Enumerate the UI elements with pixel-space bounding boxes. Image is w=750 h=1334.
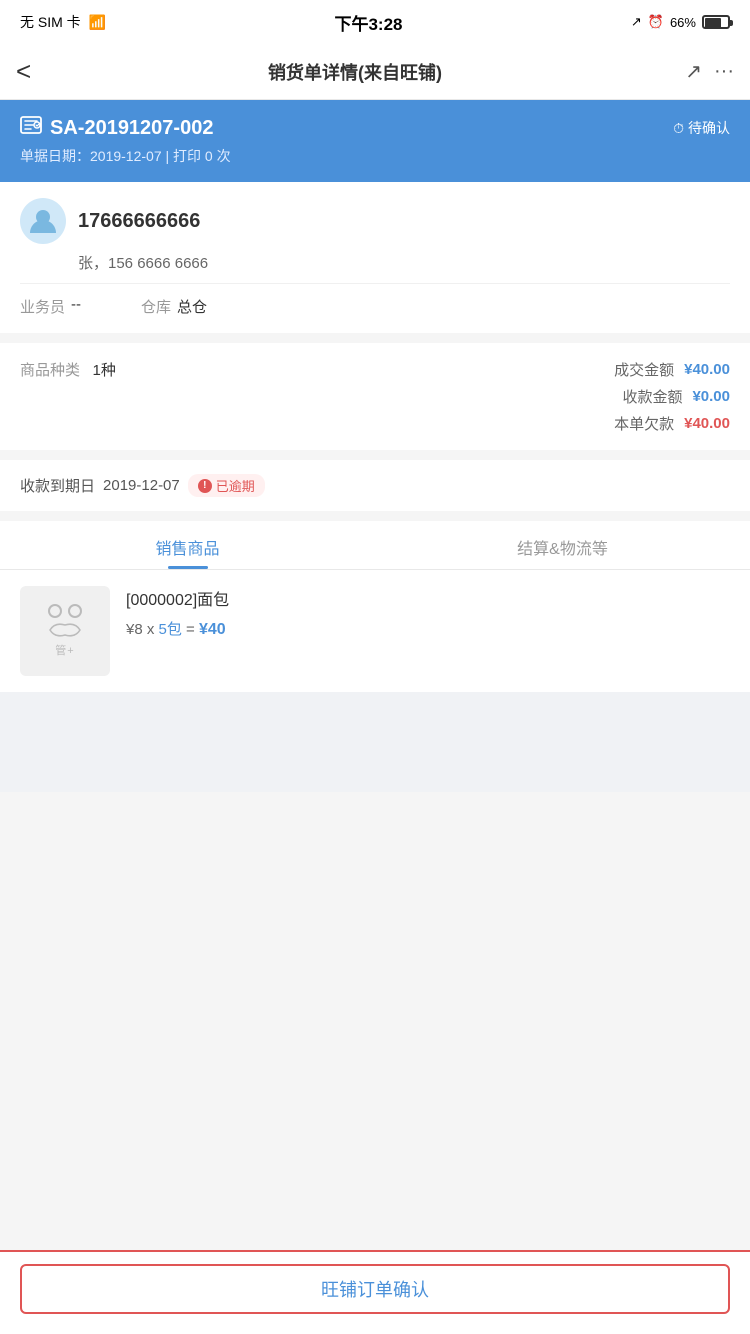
status-time: 下午3:28 <box>334 10 402 35</box>
back-button[interactable]: < <box>16 56 56 87</box>
summary-section: 商品种类 1种 成交金额 ¥40.00 收款金额 ¥0.00 本单欠款 ¥40.… <box>0 343 750 450</box>
product-total: ¥40 <box>199 621 226 638</box>
carrier-text: 无 SIM 卡 <box>20 12 81 32</box>
tab-sales-products[interactable]: 销售商品 <box>0 521 375 569</box>
salesperson-value: -- <box>71 296 81 317</box>
owed-value: ¥40.00 <box>684 415 730 432</box>
amount-summary: 成交金额 ¥40.00 收款金额 ¥0.00 本单欠款 ¥40.00 <box>614 359 730 434</box>
product-type-label: 商品种类 <box>20 362 80 379</box>
empty-area <box>0 692 750 792</box>
product-info: [0000002]面包 ¥8 x 5包 = ¥40 <box>126 586 730 639</box>
due-date-value: 2019-12-07 <box>103 477 180 494</box>
product-name: [0000002]面包 <box>126 586 730 610</box>
warehouse-value: 总仓 <box>177 296 207 317</box>
nav-actions: ↗ ··· <box>654 59 734 84</box>
bottom-bar: 旺铺订单确认 <box>0 1250 750 1334</box>
received-label: 收款金额 <box>622 386 682 407</box>
product-item: 管+ [0000002]面包 ¥8 x 5包 = ¥40 <box>0 570 750 692</box>
tabs-section: 销售商品 结算&物流等 管+ [0000002]面包 ¥8 x 5包 = ¥40 <box>0 521 750 692</box>
product-thumbnail: 管+ <box>20 586 110 676</box>
page-title: 销货单详情(来自旺铺) <box>56 59 654 85</box>
share-icon[interactable]: ↗ <box>685 59 702 84</box>
deal-amount-value: ¥40.00 <box>684 361 730 378</box>
customer-sub-info: 张，156 6666 6666 <box>20 252 730 273</box>
nav-bar: < 销货单详情(来自旺铺) ↗ ··· <box>0 44 750 100</box>
status-left: 无 SIM 卡 📶 <box>20 12 106 32</box>
overdue-dot-icon: ! <box>198 479 212 493</box>
overdue-text: 已逾期 <box>216 476 255 495</box>
due-date-label: 收款到期日 <box>20 475 95 496</box>
confirm-button[interactable]: 旺铺订单确认 <box>20 1264 730 1314</box>
alarm-icon: ⏰ <box>648 14 664 30</box>
more-icon[interactable]: ··· <box>714 60 734 83</box>
order-id: SA-20191207-002 <box>20 116 213 140</box>
avatar <box>20 198 66 244</box>
product-unit-price: ¥8 x <box>126 621 159 638</box>
product-qty: 5包 <box>159 621 182 638</box>
salesperson-label: 业务员 <box>20 296 65 317</box>
customer-section: 17666666666 张，156 6666 6666 业务员 -- 仓库 总仓 <box>0 182 750 333</box>
wifi-icon: 📶 <box>89 14 106 31</box>
tabs-row: 销售商品 结算&物流等 <box>0 521 750 570</box>
tab-settlement[interactable]: 结算&物流等 <box>375 521 750 569</box>
owed-label: 本单欠款 <box>614 413 674 434</box>
status-right: ↗ ⏰ 66% <box>631 14 730 30</box>
owl-brand-text: 管+ <box>55 642 74 658</box>
status-clock-icon: ⏱ <box>673 120 684 137</box>
order-status: ⏱ 待确认 <box>673 118 730 138</box>
overdue-badge: ! 已逾期 <box>188 474 265 497</box>
product-price-row: ¥8 x 5包 = ¥40 <box>126 618 730 639</box>
due-date-section: 收款到期日 2019-12-07 ! 已逾期 <box>0 460 750 511</box>
received-value: ¥0.00 <box>692 388 730 405</box>
battery-icon <box>702 15 730 29</box>
order-header: SA-20191207-002 ⏱ 待确认 单据日期：2019-12-07 | … <box>0 100 750 182</box>
product-equals: = <box>182 621 199 638</box>
customer-phone: 17666666666 <box>78 210 200 233</box>
customer-meta: 业务员 -- 仓库 总仓 <box>20 283 730 317</box>
warehouse-label: 仓库 <box>141 296 171 317</box>
battery-text: 66% <box>670 15 696 30</box>
order-id-icon <box>20 116 42 140</box>
order-date: 单据日期：2019-12-07 | 打印 0 次 <box>20 146 730 166</box>
product-type-value: 1种 <box>93 362 116 379</box>
status-bar: 无 SIM 卡 📶 下午3:28 ↗ ⏰ 66% <box>0 0 750 44</box>
deal-amount-label: 成交金额 <box>614 359 674 380</box>
location-icon: ↗ <box>631 14 642 30</box>
